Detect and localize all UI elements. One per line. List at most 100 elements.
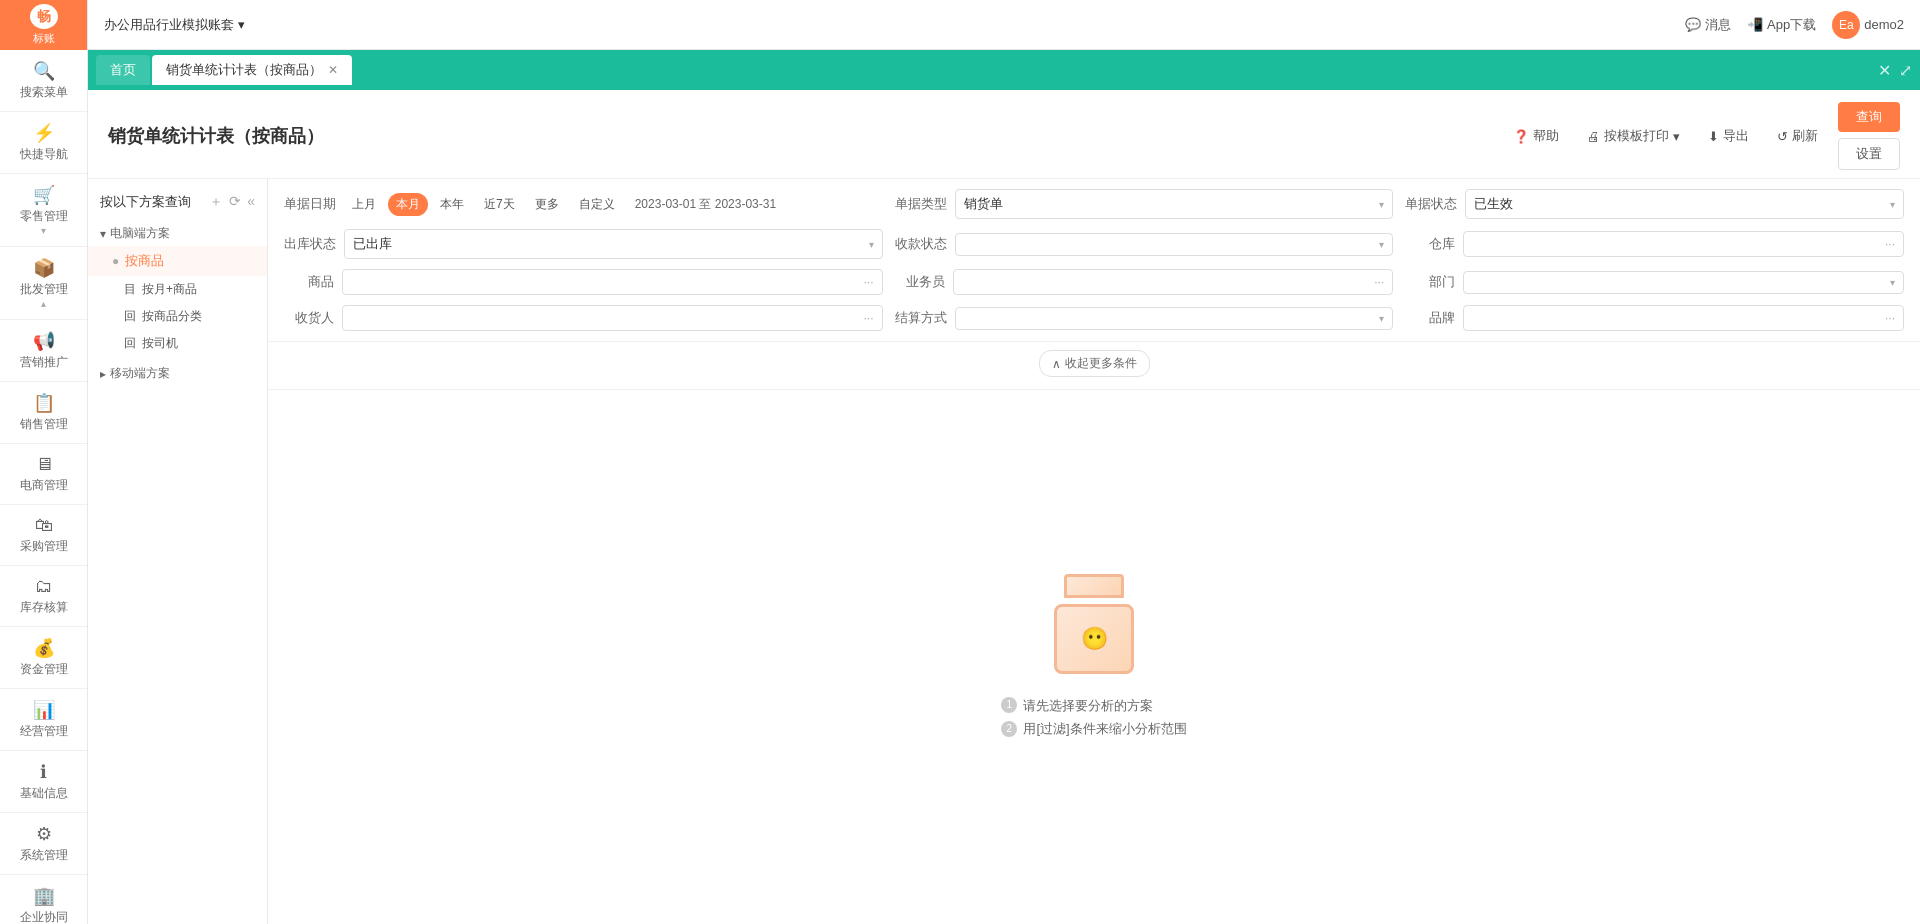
sidebar-item-search[interactable]: 🔍 搜索菜单 [0,50,87,112]
print-icon: 🖨 [1587,129,1600,144]
operations-icon: 📊 [33,699,55,721]
out-status-select[interactable]: 已出库 ▾ [344,229,883,259]
payment-status-select[interactable]: ▾ [955,233,1394,256]
sidebar-item-inventory[interactable]: 🗂 库存核算 [0,566,87,627]
help-btn[interactable]: ❓ 帮助 [1505,123,1567,149]
sidebar-item-sales[interactable]: 📋 销售管理 [0,382,87,444]
empty-state: 😶 1 请先选择要分析的方案 2 用[过滤]条件来缩小分析范围 [268,390,1920,924]
warehouse-label: 仓库 [1405,235,1455,253]
app-download-btn[interactable]: 📲 App下载 [1747,16,1816,34]
logo-icon: 畅 [30,4,58,29]
settle-select[interactable]: ▾ [955,307,1394,330]
sidebar-item-operations[interactable]: 📊 经营管理 [0,689,87,751]
dept-select[interactable]: ▾ [1463,271,1904,294]
doc-status-value: 已生效 [1474,195,1513,213]
salesman-dots-icon: ··· [1374,275,1384,289]
sidebar-item-marketing[interactable]: 📢 营销推广 [0,320,87,382]
scheme-collapse-icon[interactable]: « [247,193,255,211]
logo-text: 标账 [33,31,55,46]
empty-tip-2: 2 用[过滤]条件来缩小分析范围 [1001,717,1186,740]
shortcut-last-month[interactable]: 上月 [344,193,384,216]
marketing-icon: 📢 [33,330,55,352]
wholesale-arrow-icon: ▴ [41,298,46,309]
sidebar-item-basic[interactable]: ℹ 基础信息 [0,751,87,813]
goods-cat-label: 按商品分类 [142,308,202,325]
tab-report[interactable]: 销货单统计计表（按商品） ✕ [152,55,352,85]
scheme-item-driver[interactable]: 回 按司机 [88,330,267,357]
sidebar-label-basic: 基础信息 [20,785,68,802]
sidebar-label-retail: 零售管理 [20,208,68,225]
search-icon: 🔍 [33,60,55,82]
sidebar-item-retail[interactable]: 🛒 零售管理 ▾ [0,174,87,247]
page-actions: ❓ 帮助 🖨 按模板打印 ▾ ⬇ 导出 ↺ 刷新 查询 [1505,102,1900,170]
scheme-group-pc: ▾ 电脑端方案 ● 按商品 目 按月+商品 回 按商品分类 [88,221,267,357]
sales-icon: 📋 [33,392,55,414]
industry-selector[interactable]: 办公用品行业模拟账套 ▾ [104,16,245,34]
maximize-icon[interactable]: ⤢ [1899,61,1912,80]
scheme-header-label: 按以下方案查询 [100,193,191,211]
collapse-btn[interactable]: ∧ 收起更多条件 [1039,350,1150,377]
pc-group-label: 电脑端方案 [110,225,170,242]
retail-arrow-icon: ▾ [41,225,46,236]
tip-num-2: 2 [1001,721,1017,737]
sidebar-item-wholesale[interactable]: 📦 批发管理 ▴ [0,247,87,320]
shortcut-this-month[interactable]: 本月 [388,193,428,216]
driver-label: 按司机 [142,335,178,352]
receiver-select[interactable]: ··· [342,305,883,331]
sidebar-item-purchase[interactable]: 🛍 采购管理 [0,505,87,566]
goods-label: 商品 [284,273,334,291]
user-area[interactable]: Ea demo2 [1832,11,1904,39]
avatar: Ea [1832,11,1860,39]
warehouse-select[interactable]: ··· [1463,231,1904,257]
doc-status-select[interactable]: 已生效 ▾ [1465,189,1904,219]
goods-cat-icon: 回 [124,308,136,325]
scheme-group-pc-title[interactable]: ▾ 电脑端方案 [88,221,267,246]
scheme-add-icon[interactable]: ＋ [209,193,223,211]
scheme-group-mobile-title[interactable]: ▸ 移动端方案 [88,361,267,386]
date-label: 单据日期 [284,195,336,213]
refresh-btn[interactable]: ↺ 刷新 [1769,123,1826,149]
out-status-caret-icon: ▾ [869,239,874,250]
brand-select[interactable]: ··· [1463,305,1904,331]
industry-label: 办公用品行业模拟账套 [104,16,234,34]
brand-dots-icon: ··· [1885,311,1895,325]
wholesale-icon: 📦 [33,257,55,279]
collapse-row: ∧ 收起更多条件 [268,341,1920,385]
print-btn[interactable]: 🖨 按模板打印 ▾ [1579,123,1688,149]
sidebar-item-ecommerce[interactable]: 🖥 电商管理 [0,444,87,505]
goods-select[interactable]: ··· [342,269,883,295]
sidebar-item-finance[interactable]: 💰 资金管理 [0,627,87,689]
tab-close-icon[interactable]: ✕ [328,63,338,77]
settings-btn[interactable]: 设置 [1838,138,1900,170]
tip-num-1: 1 [1001,697,1017,713]
right-content: 单据日期 上月 本月 本年 近7天 更多 自定义 2023-03-01 至 20… [268,179,1920,924]
sidebar-item-quicknav[interactable]: ⚡ 快捷导航 [0,112,87,174]
export-btn[interactable]: ⬇ 导出 [1700,123,1757,149]
close-window-icon[interactable]: ✕ [1878,61,1891,80]
salesman-select[interactable]: ··· [953,269,1394,295]
messages-btn[interactable]: 💬 消息 [1685,16,1731,34]
collapse-up-icon: ∧ [1052,357,1061,371]
shortcut-custom[interactable]: 自定义 [571,193,623,216]
tip-text-2: 用[过滤]条件来缩小分析范围 [1023,717,1186,740]
shortcut-more[interactable]: 更多 [527,193,567,216]
basic-icon: ℹ [40,761,47,783]
doc-type-select[interactable]: 销货单 ▾ [955,189,1394,219]
scheme-item-by-goods[interactable]: ● 按商品 [88,246,267,276]
shortcut-this-year[interactable]: 本年 [432,193,472,216]
sidebar-item-system[interactable]: ⚙ 系统管理 [0,813,87,875]
sidebar-item-enterprise[interactable]: 🏢 企业协同 [0,875,87,924]
scheme-panel: 按以下方案查询 ＋ ⟳ « ▾ 电脑端方案 ● 按商品 [88,179,268,924]
sidebar-label-sales: 销售管理 [20,416,68,433]
scheme-refresh-icon[interactable]: ⟳ [229,193,241,211]
scheme-item-month-goods[interactable]: 目 按月+商品 [88,276,267,303]
shortcut-7days[interactable]: 近7天 [476,193,523,216]
logo-area: 畅 标账 [0,0,87,50]
tab-window-controls: ✕ ⤢ [1878,61,1912,80]
scheme-actions: ＋ ⟳ « [209,193,255,211]
dept-label: 部门 [1405,273,1455,291]
tab-home[interactable]: 首页 [96,55,150,85]
query-btn[interactable]: 查询 [1838,102,1900,132]
scheme-item-goods-cat[interactable]: 回 按商品分类 [88,303,267,330]
sidebar-label-search: 搜索菜单 [20,84,68,101]
